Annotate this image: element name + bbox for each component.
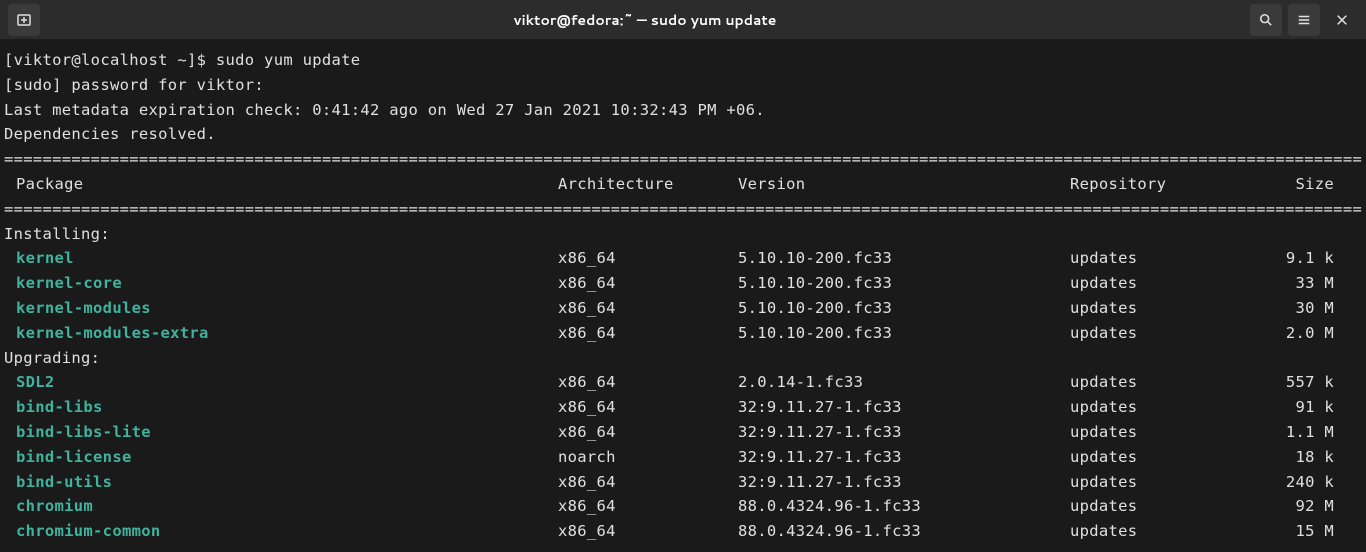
window-title: viktor@fedora:~ — sudo yum update (40, 10, 1250, 30)
package-arch: x86_64 (558, 395, 738, 420)
package-version: 5.10.10-200.fc33 (738, 246, 1070, 271)
package-row: kernel-corex86_645.10.10-200.fc33updates… (4, 271, 1362, 296)
package-row: bind-utilsx86_6432:9.11.27-1.fc33updates… (4, 470, 1362, 495)
package-row: bind-libs-litex86_6432:9.11.27-1.fc33upd… (4, 420, 1362, 445)
package-row: bind-libsx86_6432:9.11.27-1.fc33updates9… (4, 395, 1362, 420)
package-arch: x86_64 (558, 494, 738, 519)
package-arch: x86_64 (558, 420, 738, 445)
divider-line: ========================================… (4, 147, 1362, 172)
package-version: 88.0.4324.96-1.fc33 (738, 519, 1070, 544)
package-row: bind-licensenoarch32:9.11.27-1.fc33updat… (4, 445, 1362, 470)
menu-button[interactable] (1288, 4, 1320, 36)
upgrading-package-list: SDL2x86_642.0.14-1.fc33updates557 kbind-… (4, 370, 1362, 544)
column-headers: Package Architecture Version Repository … (4, 172, 1362, 197)
package-row: chromium-commonx86_6488.0.4324.96-1.fc33… (4, 519, 1362, 544)
col-header-size: Size (1250, 172, 1334, 197)
package-name: bind-utils (16, 470, 558, 495)
package-name: chromium-common (16, 519, 558, 544)
package-name: bind-libs (16, 395, 558, 420)
package-name: kernel-core (16, 271, 558, 296)
package-name: kernel (16, 246, 558, 271)
package-size: 91 k (1250, 395, 1334, 420)
package-arch: x86_64 (558, 246, 738, 271)
installing-package-list: kernelx86_645.10.10-200.fc33updates9.1 k… (4, 246, 1362, 345)
package-repo: updates (1070, 296, 1250, 321)
package-repo: updates (1070, 519, 1250, 544)
package-size: 30 M (1250, 296, 1334, 321)
package-repo: updates (1070, 321, 1250, 346)
search-button[interactable] (1250, 4, 1282, 36)
col-header-package: Package (16, 172, 558, 197)
sudo-prompt-line: [sudo] password for viktor: (4, 73, 1362, 98)
package-size: 2.0 M (1250, 321, 1334, 346)
package-row: SDL2x86_642.0.14-1.fc33updates557 k (4, 370, 1362, 395)
package-repo: updates (1070, 271, 1250, 296)
package-version: 32:9.11.27-1.fc33 (738, 445, 1070, 470)
package-repo: updates (1070, 494, 1250, 519)
package-size: 33 M (1250, 271, 1334, 296)
titlebar-left (8, 4, 40, 36)
new-tab-button[interactable] (8, 4, 40, 36)
package-arch: x86_64 (558, 296, 738, 321)
close-button[interactable] (1326, 4, 1358, 36)
package-arch: noarch (558, 445, 738, 470)
section-upgrading: Upgrading: (4, 346, 1362, 371)
package-row: chromiumx86_6488.0.4324.96-1.fc33updates… (4, 494, 1362, 519)
package-row: kernelx86_645.10.10-200.fc33updates9.1 k (4, 246, 1362, 271)
package-size: 9.1 k (1250, 246, 1334, 271)
package-version: 32:9.11.27-1.fc33 (738, 470, 1070, 495)
package-arch: x86_64 (558, 370, 738, 395)
package-name: kernel-modules (16, 296, 558, 321)
package-row: kernel-modules-extrax86_645.10.10-200.fc… (4, 321, 1362, 346)
deps-resolved-line: Dependencies resolved. (4, 122, 1362, 147)
package-size: 92 M (1250, 494, 1334, 519)
terminal-output[interactable]: [viktor@localhost ~]$ sudo yum update [s… (0, 40, 1366, 552)
package-name: SDL2 (16, 370, 558, 395)
package-size: 1.1 M (1250, 420, 1334, 445)
col-header-version: Version (738, 172, 1070, 197)
package-version: 88.0.4324.96-1.fc33 (738, 494, 1070, 519)
package-size: 15 M (1250, 519, 1334, 544)
package-repo: updates (1070, 370, 1250, 395)
package-name: kernel-modules-extra (16, 321, 558, 346)
section-installing: Installing: (4, 222, 1362, 247)
package-row: kernel-modulesx86_645.10.10-200.fc33upda… (4, 296, 1362, 321)
package-repo: updates (1070, 395, 1250, 420)
package-size: 240 k (1250, 470, 1334, 495)
package-size: 557 k (1250, 370, 1334, 395)
package-arch: x86_64 (558, 271, 738, 296)
titlebar-right (1250, 4, 1358, 36)
package-repo: updates (1070, 246, 1250, 271)
col-header-architecture: Architecture (558, 172, 738, 197)
divider-line: ========================================… (4, 197, 1362, 222)
package-arch: x86_64 (558, 321, 738, 346)
package-repo: updates (1070, 470, 1250, 495)
metadata-line: Last metadata expiration check: 0:41:42 … (4, 98, 1362, 123)
package-repo: updates (1070, 445, 1250, 470)
package-name: chromium (16, 494, 558, 519)
window-titlebar: viktor@fedora:~ — sudo yum update (0, 0, 1366, 40)
package-name: bind-libs-lite (16, 420, 558, 445)
package-name: bind-license (16, 445, 558, 470)
package-repo: updates (1070, 420, 1250, 445)
package-version: 32:9.11.27-1.fc33 (738, 395, 1070, 420)
package-version: 2.0.14-1.fc33 (738, 370, 1070, 395)
package-size: 18 k (1250, 445, 1334, 470)
package-arch: x86_64 (558, 519, 738, 544)
col-header-repository: Repository (1070, 172, 1250, 197)
package-version: 5.10.10-200.fc33 (738, 296, 1070, 321)
package-version: 5.10.10-200.fc33 (738, 271, 1070, 296)
package-version: 5.10.10-200.fc33 (738, 321, 1070, 346)
package-version: 32:9.11.27-1.fc33 (738, 420, 1070, 445)
shell-prompt-line: [viktor@localhost ~]$ sudo yum update (4, 48, 1362, 73)
package-arch: x86_64 (558, 470, 738, 495)
